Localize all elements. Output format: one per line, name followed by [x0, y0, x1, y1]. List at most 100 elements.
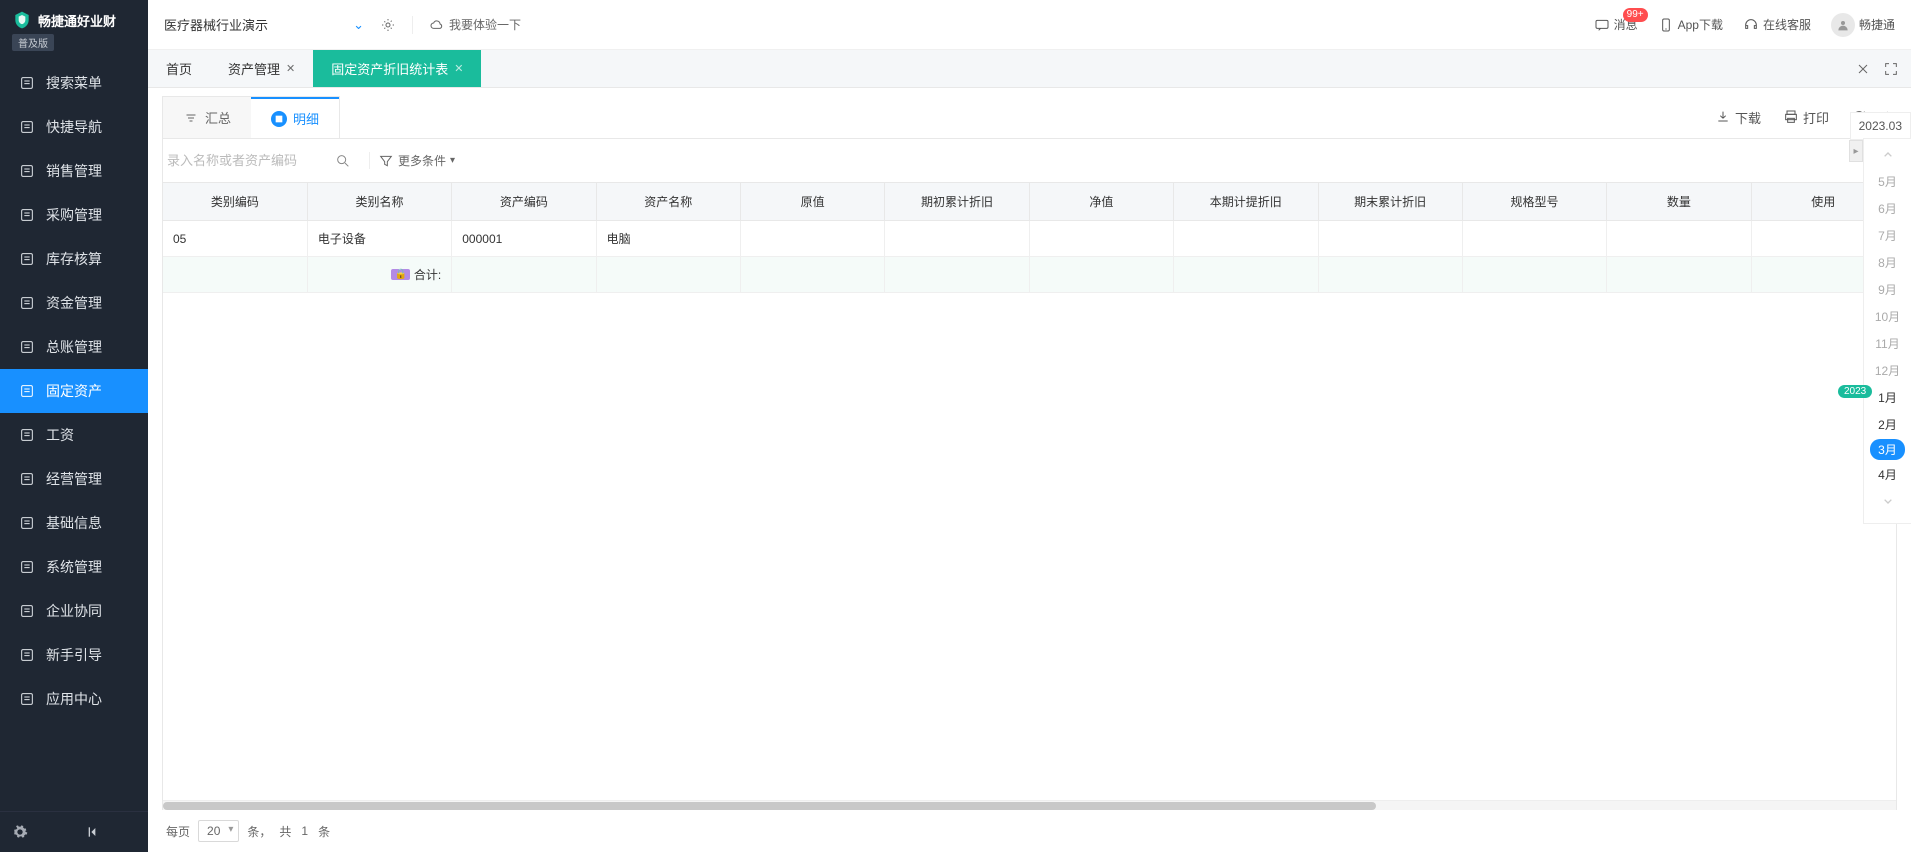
gear-icon	[380, 17, 396, 33]
col-header[interactable]: 规格型号	[1462, 183, 1606, 221]
view-tab-0[interactable]: 汇总	[163, 97, 251, 138]
table-header-row: 类别编码类别名称资产编码资产名称原值期初累计折旧净值本期计提折旧期末累计折旧规格…	[163, 183, 1896, 221]
col-header[interactable]: 数量	[1607, 183, 1751, 221]
main: 医疗器械行业演示 ⌄ 我要体验一下 消息 99+ App下载	[148, 0, 1911, 852]
sidebar-item-2[interactable]: 销售管理	[0, 149, 148, 193]
menu-icon	[18, 690, 36, 708]
sidebar-item-13[interactable]: 新手引导	[0, 633, 148, 677]
col-header[interactable]: 净值	[1029, 183, 1173, 221]
month-option[interactable]: 6月	[1864, 196, 1911, 221]
month-option[interactable]: 3月	[1870, 439, 1905, 460]
search-input[interactable]	[167, 149, 317, 172]
sidebar-item-4[interactable]: 库存核算	[0, 237, 148, 281]
messages-button[interactable]: 消息 99+	[1594, 16, 1638, 33]
sidebar: 畅捷通好业财 普及版 搜索菜单快捷导航销售管理采购管理库存核算资金管理总账管理固…	[0, 0, 148, 852]
print-icon	[1783, 109, 1799, 125]
horizontal-scrollbar[interactable]	[163, 800, 1896, 810]
tab-label: 资产管理	[228, 59, 280, 78]
sidebar-item-10[interactable]: 基础信息	[0, 501, 148, 545]
support-button[interactable]: 在线客服	[1743, 16, 1811, 33]
sidebar-item-3[interactable]: 采购管理	[0, 193, 148, 237]
month-option[interactable]: 2月	[1864, 412, 1911, 437]
total-cell	[452, 257, 596, 293]
date-panel-toggle[interactable]: ▸	[1849, 140, 1863, 162]
month-option[interactable]: 11月	[1864, 331, 1911, 356]
sidebar-item-1[interactable]: 快捷导航	[0, 105, 148, 149]
user-menu[interactable]: 畅捷通	[1831, 13, 1895, 37]
month-option[interactable]: 10月	[1864, 304, 1911, 329]
month-option[interactable]: 5月	[1864, 169, 1911, 194]
sidebar-item-5[interactable]: 资金管理	[0, 281, 148, 325]
context-settings-button[interactable]	[380, 17, 396, 33]
tab-close-button[interactable]: ✕	[286, 62, 295, 75]
col-header[interactable]: 原值	[741, 183, 885, 221]
menu-icon	[18, 162, 36, 180]
more-filters-label: 更多条件	[398, 152, 446, 169]
sidebar-item-label: 搜索菜单	[46, 73, 102, 93]
col-header[interactable]: 期初累计折旧	[885, 183, 1029, 221]
sidebar-item-8[interactable]: 工资	[0, 413, 148, 457]
sidebar-item-12[interactable]: 企业协同	[0, 589, 148, 633]
page-tab-1[interactable]: 资产管理 ✕	[210, 50, 313, 87]
total-cell: 🔒合计:	[307, 257, 451, 293]
per-page-label: 每页	[166, 823, 190, 840]
col-header[interactable]: 期末累计折旧	[1318, 183, 1462, 221]
date-prev-button[interactable]	[1876, 143, 1900, 167]
scrollbar-thumb[interactable]	[163, 802, 1376, 810]
sidebar-item-11[interactable]: 系统管理	[0, 545, 148, 589]
month-option[interactable]: 4月	[1864, 462, 1911, 487]
sidebar-item-label: 库存核算	[46, 249, 102, 269]
cloud-icon	[429, 17, 445, 33]
col-header[interactable]: 资产名称	[596, 183, 740, 221]
more-filters-button[interactable]: 更多条件 ▾	[369, 152, 463, 169]
menu-icon	[18, 426, 36, 444]
col-header[interactable]: 类别编码	[163, 183, 307, 221]
fullscreen-icon	[1883, 61, 1899, 77]
sidebar-item-label: 工资	[46, 425, 74, 445]
month-option[interactable]: 8月	[1864, 250, 1911, 275]
sidebar-item-label: 资金管理	[46, 293, 102, 313]
view-tab-icon	[271, 111, 287, 127]
sidebar-item-6[interactable]: 总账管理	[0, 325, 148, 369]
user-name: 畅捷通	[1859, 16, 1895, 33]
sidebar-item-7[interactable]: 固定资产	[0, 369, 148, 413]
topbar: 医疗器械行业演示 ⌄ 我要体验一下 消息 99+ App下载	[148, 0, 1911, 50]
collapse-button[interactable]	[74, 812, 148, 852]
date-panel: 5月6月7月8月9月10月11月12月20231月2月3月4月	[1863, 138, 1911, 524]
table-cell	[741, 221, 885, 257]
search-button[interactable]	[329, 153, 357, 169]
page-tab-0[interactable]: 首页	[148, 50, 210, 87]
date-next-button[interactable]	[1876, 489, 1900, 513]
sidebar-item-label: 总账管理	[46, 337, 102, 357]
page-tab-2[interactable]: 固定资产折旧统计表✕	[313, 50, 481, 87]
context-selector[interactable]: 医疗器械行业演示 ⌄	[164, 15, 364, 34]
col-header[interactable]: 本期计提折旧	[1174, 183, 1318, 221]
tab-label: 首页	[166, 59, 192, 78]
close-all-tabs-button[interactable]	[1855, 61, 1871, 77]
sidebar-item-14[interactable]: 应用中心	[0, 677, 148, 721]
table-row[interactable]: 05电子设备000001电脑	[163, 221, 1896, 257]
sidebar-item-0[interactable]: 搜索菜单	[0, 61, 148, 105]
month-option[interactable]: 7月	[1864, 223, 1911, 248]
download-label: 下载	[1735, 108, 1761, 127]
unit-label: 条，	[247, 823, 271, 840]
col-header[interactable]: 资产编码	[452, 183, 596, 221]
sidebar-item-9[interactable]: 经营管理	[0, 457, 148, 501]
page-size-select[interactable]: 20	[198, 820, 239, 842]
month-option[interactable]: 9月	[1864, 277, 1911, 302]
sidebar-item-label: 快捷导航	[46, 117, 102, 137]
try-demo-button[interactable]: 我要体验一下	[429, 16, 521, 33]
phone-icon	[1658, 17, 1674, 33]
headset-icon	[1743, 17, 1759, 33]
fullscreen-button[interactable]	[1883, 61, 1899, 77]
settings-button[interactable]	[0, 812, 74, 852]
messages-badge: 99+	[1623, 8, 1648, 22]
table-cell: 000001	[452, 221, 596, 257]
month-option[interactable]: 12月	[1864, 358, 1911, 383]
tab-close-button[interactable]: ✕	[454, 62, 463, 75]
view-tab-1[interactable]: 明细	[251, 97, 339, 138]
col-header[interactable]: 类别名称	[307, 183, 451, 221]
print-button[interactable]: 打印	[1783, 108, 1829, 127]
download-button[interactable]: 下载	[1715, 108, 1761, 127]
app-download-button[interactable]: App下载	[1658, 16, 1723, 33]
